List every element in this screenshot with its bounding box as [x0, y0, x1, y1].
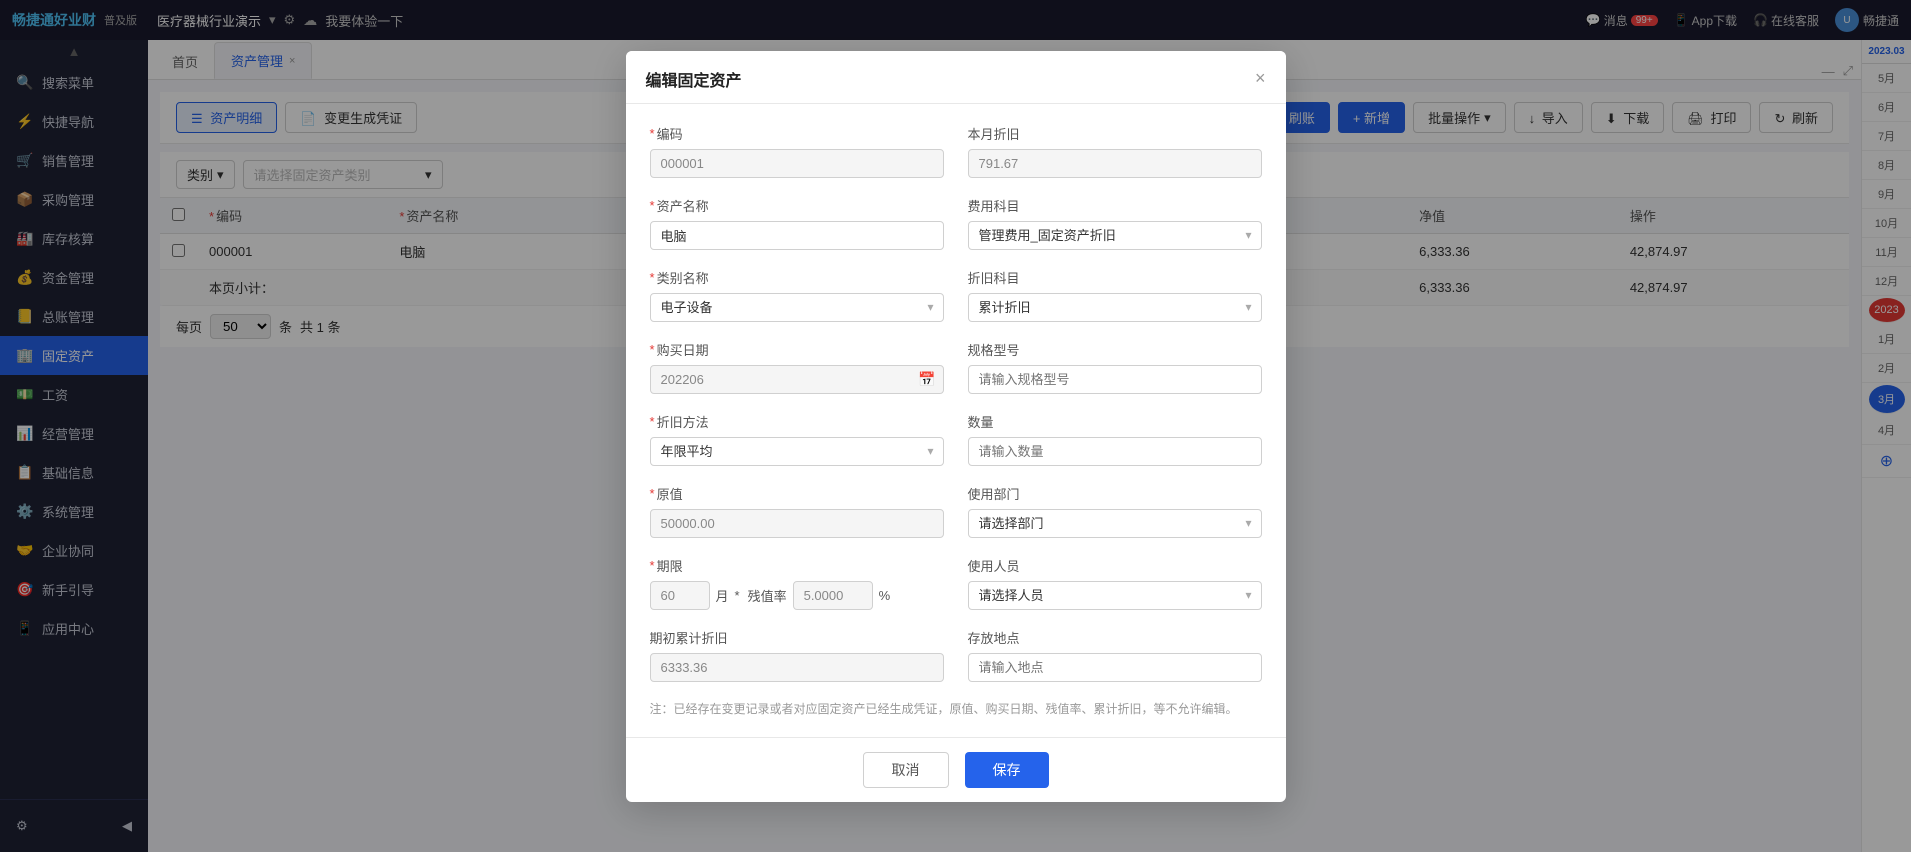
form-col-expense-subject: 费用科目 管理费用_固定资产折旧 ▾	[968, 196, 1262, 250]
modal-note: 注：已经存在变更记录或者对应固定资产已经生成凭证，原值、购买日期、残值率、累计折…	[650, 700, 1262, 717]
expense-subject-label: 费用科目	[968, 196, 1020, 215]
period-input[interactable]	[650, 581, 710, 610]
monthly-dep-label: 本月折旧	[968, 124, 1020, 143]
form-col-location: 存放地点	[968, 628, 1262, 682]
form-col-category: * 类别名称 电子设备 ▾	[650, 268, 944, 322]
modal-body: * 编码 本月折旧 * 资产名称	[626, 104, 1286, 737]
user-field-label: 使用人员	[968, 556, 1020, 575]
form-col-quantity: 数量	[968, 412, 1262, 466]
form-row-7: * 期限 月 * 残值率 % 使用人员	[650, 556, 1262, 610]
dep-subject-select[interactable]: 累计折旧	[968, 293, 1262, 322]
form-row-2: * 资产名称 费用科目 管理费用_固定资产折旧 ▾	[650, 196, 1262, 250]
form-col-department: 使用部门 请选择部门 ▾	[968, 484, 1262, 538]
residual-rate-label: 残值率	[748, 586, 787, 605]
form-row-1: * 编码 本月折旧	[650, 124, 1262, 178]
department-label: 使用部门	[968, 484, 1020, 503]
form-row-4: * 购买日期 📅 规格型号	[650, 340, 1262, 394]
dep-subject-label: 折旧科目	[968, 268, 1020, 287]
initial-dep-input[interactable]	[650, 653, 944, 682]
category-wrap: 电子设备 ▾	[650, 293, 944, 322]
code-label: 编码	[657, 124, 683, 143]
form-col-user: 使用人员 请选择人员 ▾	[968, 556, 1262, 610]
modal-header: 编辑固定资产 ×	[626, 51, 1286, 104]
location-input[interactable]	[968, 653, 1262, 682]
modal-overlay: 编辑固定资产 × * 编码 本月折旧	[0, 0, 1911, 852]
residual-rate-input[interactable]	[793, 581, 873, 610]
user-wrap: 请选择人员 ▾	[968, 581, 1262, 610]
modal-close-btn[interactable]: ×	[1255, 68, 1266, 89]
spec-input[interactable]	[968, 365, 1262, 394]
form-col-dep-method: * 折旧方法 年限平均 ▾	[650, 412, 944, 466]
spec-label: 规格型号	[968, 340, 1020, 359]
calendar-icon: 📅	[918, 371, 935, 388]
expense-subject-select[interactable]: 管理费用_固定资产折旧	[968, 221, 1262, 250]
form-row-5: * 折旧方法 年限平均 ▾ 数量	[650, 412, 1262, 466]
form-col-spec: 规格型号	[968, 340, 1262, 394]
modal-footer: 取消 保存	[626, 737, 1286, 802]
residual-rate-required: *	[735, 588, 740, 603]
form-row-3: * 类别名称 电子设备 ▾ 折旧科目	[650, 268, 1262, 322]
dep-method-label: 折旧方法	[657, 412, 709, 431]
purchase-date-wrap: 📅	[650, 365, 944, 394]
asset-name-input[interactable]	[650, 221, 944, 250]
period-unit-label: 月	[716, 586, 729, 605]
asset-name-label: 资产名称	[657, 196, 709, 215]
purchase-date-label: 购买日期	[657, 340, 709, 359]
department-wrap: 请选择部门 ▾	[968, 509, 1262, 538]
location-label: 存放地点	[968, 628, 1020, 647]
form-col-dep-subject: 折旧科目 累计折旧 ▾	[968, 268, 1262, 322]
form-col-initial-dep: 期初累计折旧	[650, 628, 944, 682]
expense-subject-wrap: 管理费用_固定资产折旧 ▾	[968, 221, 1262, 250]
cancel-button[interactable]: 取消	[863, 752, 949, 788]
form-col-original-value: * 原值	[650, 484, 944, 538]
residual-rate-unit: %	[879, 588, 891, 603]
category-select[interactable]: 电子设备	[650, 293, 944, 322]
form-row-6: * 原值 使用部门 请选择部门 ▾	[650, 484, 1262, 538]
quantity-label: 数量	[968, 412, 994, 431]
original-value-label: 原值	[657, 484, 683, 503]
modal-title: 编辑固定资产	[646, 67, 742, 91]
original-value-input[interactable]	[650, 509, 944, 538]
dep-method-select[interactable]: 年限平均	[650, 437, 944, 466]
period-inputs: 月 * 残值率 %	[650, 581, 944, 610]
initial-dep-label: 期初累计折旧	[650, 628, 728, 647]
dep-subject-wrap: 累计折旧 ▾	[968, 293, 1262, 322]
monthly-dep-input[interactable]	[968, 149, 1262, 178]
quantity-input[interactable]	[968, 437, 1262, 466]
user-select[interactable]: 请选择人员	[968, 581, 1262, 610]
form-row-8: 期初累计折旧 存放地点	[650, 628, 1262, 682]
purchase-date-input[interactable]	[650, 365, 944, 394]
dep-method-wrap: 年限平均 ▾	[650, 437, 944, 466]
save-button[interactable]: 保存	[965, 752, 1049, 788]
edit-fixed-asset-modal: 编辑固定资产 × * 编码 本月折旧	[626, 51, 1286, 802]
period-label: 期限	[657, 556, 683, 575]
form-col-code: * 编码	[650, 124, 944, 178]
form-col-monthly-dep: 本月折旧	[968, 124, 1262, 178]
form-col-asset-name: * 资产名称	[650, 196, 944, 250]
department-select[interactable]: 请选择部门	[968, 509, 1262, 538]
category-name-label: 类别名称	[657, 268, 709, 287]
code-input[interactable]	[650, 149, 944, 178]
form-col-period: * 期限 月 * 残值率 %	[650, 556, 944, 610]
form-col-purchase-date: * 购买日期 📅	[650, 340, 944, 394]
